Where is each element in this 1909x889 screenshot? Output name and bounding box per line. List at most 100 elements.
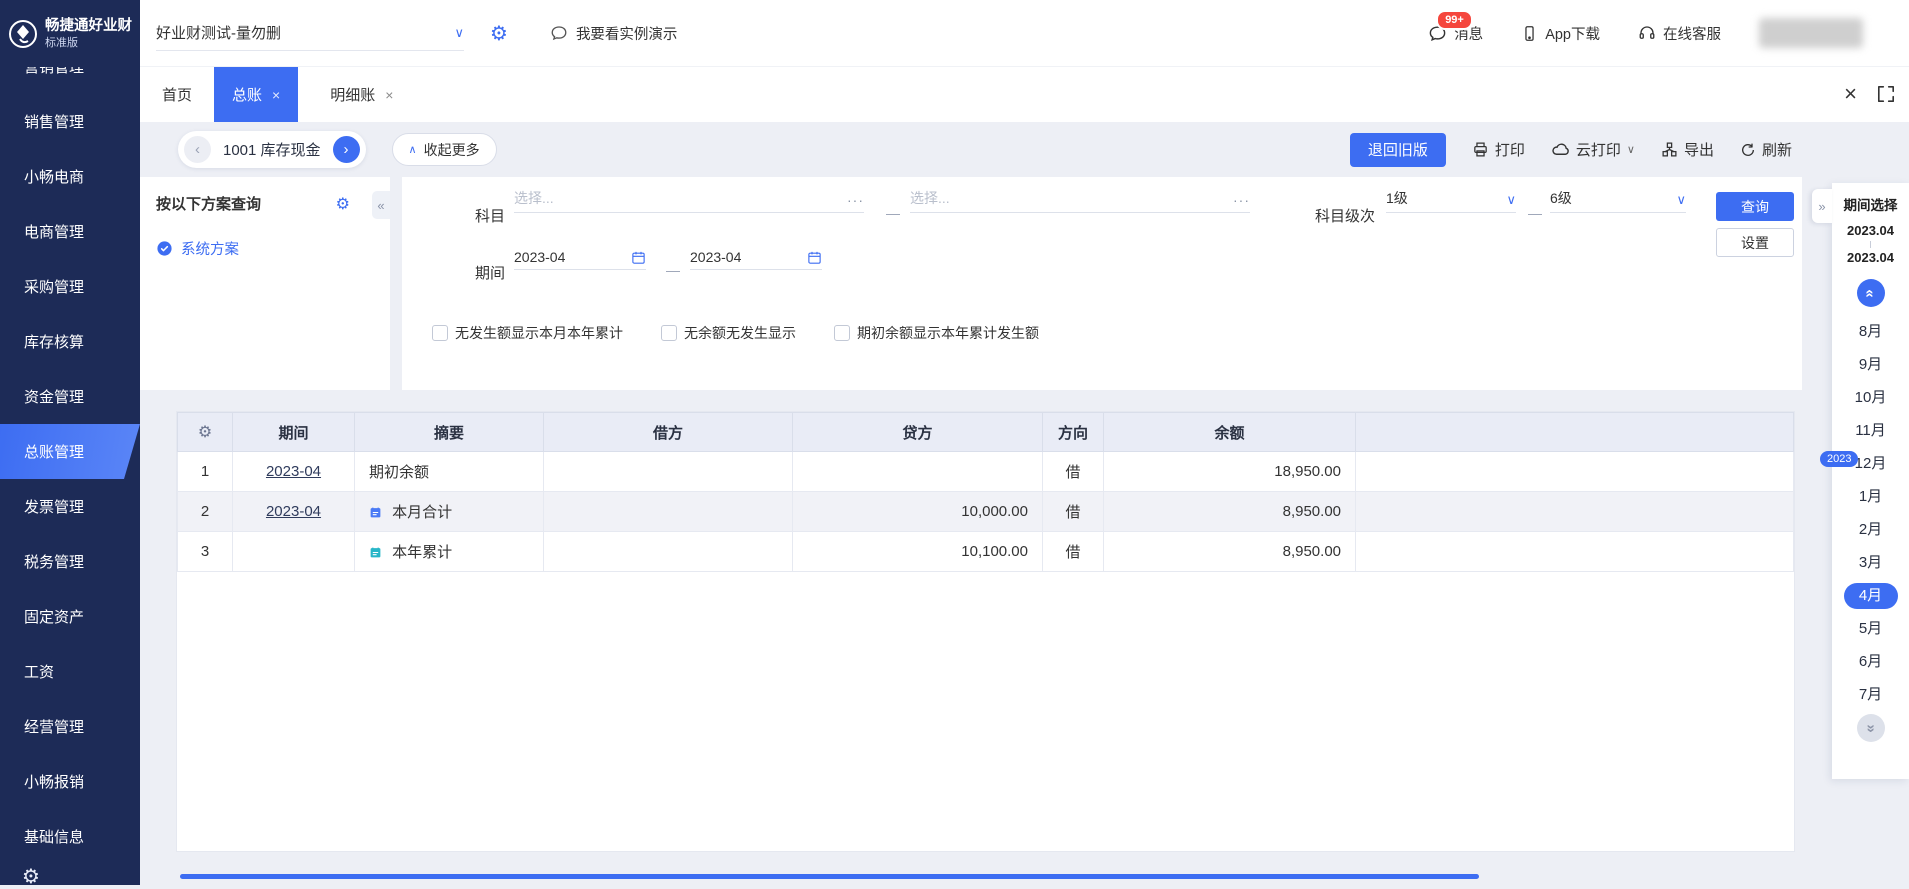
sidebar-item[interactable]: 采购管理 [0, 259, 140, 314]
credit-cell [792, 451, 1043, 492]
chevron-down-icon: ∨ [1676, 192, 1686, 207]
direction-cell: 借 [1042, 491, 1104, 532]
print-label: 打印 [1494, 142, 1525, 159]
close-tab-icon[interactable]: × [385, 87, 393, 103]
month-item[interactable]: 3月 [1832, 546, 1909, 579]
collapse-panel-icon[interactable]: « [372, 191, 390, 219]
revert-old-version-button[interactable]: 退回旧版 [1349, 132, 1446, 167]
period-from-input[interactable]: 2023-04 [514, 244, 646, 270]
close-tab-icon[interactable]: × [272, 87, 280, 103]
export-button[interactable]: 导出 [1661, 139, 1714, 160]
month-item[interactable]: 6月 [1832, 645, 1909, 678]
sidebar-item[interactable]: 基础信息 [0, 809, 140, 864]
sidebar-item[interactable]: 工资 [0, 644, 140, 699]
subject-picker-value[interactable]: 1001 库存现金 [211, 139, 333, 160]
period-link[interactable]: 2023-04 [266, 463, 321, 480]
sidebar: 畅捷通好业财 标准版 营销管理 销售管理 小畅电商 电商管理 采购管理 库存核算… [0, 0, 140, 888]
sidebar-item[interactable]: 资金管理 [0, 369, 140, 424]
sidebar-item[interactable]: 发票管理 [0, 479, 140, 534]
subject-to-more-button[interactable]: ··· [1233, 192, 1250, 208]
summary-text: 期初余额 [369, 464, 430, 481]
settings-gear-icon[interactable]: ⚙ [490, 21, 508, 46]
tab-detail-ledger[interactable]: 明细账 × [312, 67, 411, 122]
app-download-label: App下载 [1545, 26, 1600, 43]
scheme-gear-icon[interactable]: ⚙ [336, 194, 350, 214]
chevron-up-icon: ∧ [408, 144, 417, 156]
tab-home[interactable]: 首页 [140, 84, 214, 105]
option-opening-balance-checkbox[interactable]: 期初余额显示本年累计发生额 [834, 323, 1039, 343]
month-item[interactable]: 5月 [1832, 612, 1909, 645]
collapse-more-button[interactable]: ∧ 收起更多 [391, 133, 497, 166]
scroll-months-up-button[interactable]: « [1856, 279, 1885, 307]
balance-cell: 8,950.00 [1103, 491, 1356, 532]
period-link[interactable]: 2023-04 [266, 503, 321, 520]
online-service-button[interactable]: 在线客服 [1638, 23, 1721, 44]
app-download-button[interactable]: App下载 [1521, 23, 1600, 44]
cloud-icon [1551, 140, 1570, 159]
option-no-activity-checkbox[interactable]: 无发生额显示本月本年累计 [432, 323, 623, 343]
system-scheme-item[interactable]: 系统方案 [156, 238, 374, 259]
refresh-button[interactable]: 刷新 [1740, 139, 1792, 160]
next-subject-button[interactable]: › [332, 136, 360, 163]
month-item[interactable]: 10月 [1832, 381, 1909, 414]
table-row[interactable]: 3 本年累计 10,100.00 借 8,950.00 [177, 531, 1794, 572]
subject-from-input[interactable]: 选择... ··· [514, 187, 864, 213]
workspace-select[interactable]: 好业财测试-量勿删 ∨ [156, 15, 464, 51]
option-label: 无余额无发生显示 [684, 325, 796, 341]
horizontal-scrollbar[interactable] [180, 874, 1479, 879]
empty-cell [1355, 451, 1794, 492]
level-to-select[interactable]: 6级 ∨ [1550, 187, 1686, 213]
sidebar-item[interactable]: 电商管理 [0, 204, 140, 259]
empty-cell [1355, 531, 1794, 572]
calendar-icon[interactable] [631, 250, 646, 265]
col-header-direction: 方向 [1042, 412, 1104, 452]
direction-cell: 借 [1042, 531, 1104, 572]
sidebar-item[interactable]: 小畅报销 [0, 754, 140, 809]
fullscreen-icon[interactable] [1877, 85, 1895, 103]
demo-link[interactable]: 我要看实例演示 [550, 23, 677, 44]
month-item[interactable]: 9月 [1832, 348, 1909, 381]
table-row[interactable]: 2 2023-04 本月合计 10,000.00 借 8,950.00 [177, 491, 1794, 532]
sidebar-item[interactable]: 经营管理 [0, 699, 140, 754]
level-from-select[interactable]: 1级 ∨ [1386, 187, 1516, 213]
messages-button[interactable]: 99+ 消息 [1428, 9, 1483, 44]
sidebar-item[interactable]: 固定资产 [0, 589, 140, 644]
sidebar-item-general-ledger[interactable]: 总账管理 [0, 424, 140, 479]
user-area-blurred[interactable] [1759, 18, 1863, 48]
expand-panel-icon[interactable]: » [1812, 189, 1832, 223]
chevron-down-icon: ∨ [1626, 144, 1635, 156]
query-panel-title: 按以下方案查询 [156, 196, 262, 213]
period-to-input[interactable]: 2023-04 [690, 244, 822, 270]
option-no-balance-checkbox[interactable]: 无余额无发生显示 [661, 323, 796, 343]
export-label: 导出 [1683, 142, 1714, 159]
month-item[interactable]: 7月 [1832, 678, 1909, 711]
sidebar-item[interactable]: 库存核算 [0, 314, 140, 369]
query-button[interactable]: 查询 [1716, 192, 1794, 221]
calendar-icon[interactable] [807, 250, 822, 265]
subject-from-more-button[interactable]: ··· [847, 192, 864, 208]
table-row[interactable]: 1 2023-04 期初余额 借 18,950.00 [177, 451, 1794, 492]
month-item[interactable]: 1月 [1832, 480, 1909, 513]
col-header-credit: 贷方 [792, 412, 1043, 452]
cloud-print-button[interactable]: 云打印 ∨ [1551, 139, 1635, 160]
option-label: 无发生额显示本月本年累计 [455, 325, 623, 341]
phone-icon [1521, 25, 1538, 42]
close-icon[interactable]: × [1844, 83, 1857, 105]
month-item[interactable]: 11月 [1832, 414, 1909, 447]
scroll-months-down-button[interactable]: « [1856, 714, 1885, 742]
tab-general-ledger[interactable]: 总账 × [214, 67, 299, 122]
col-header-debit: 借方 [543, 412, 793, 452]
month-item-active[interactable]: 4月 [1832, 579, 1909, 612]
sidebar-item[interactable]: 税务管理 [0, 534, 140, 589]
sidebar-item[interactable]: 销售管理 [0, 94, 140, 149]
settings-button[interactable]: 设置 [1716, 228, 1794, 257]
sidebar-item[interactable]: 营销管理 [0, 67, 140, 94]
print-button[interactable]: 打印 [1472, 139, 1525, 160]
month-item[interactable]: 2月 [1832, 513, 1909, 546]
sidebar-item[interactable]: 小畅电商 [0, 149, 140, 204]
prev-subject-button[interactable]: ‹ [184, 136, 211, 163]
sidebar-gear-icon[interactable]: ⚙ [22, 864, 40, 889]
month-item[interactable]: 8月 [1832, 315, 1909, 348]
column-settings-gear-icon[interactable]: ⚙ [198, 424, 212, 441]
subject-to-input[interactable]: 选择... ··· [910, 187, 1250, 213]
